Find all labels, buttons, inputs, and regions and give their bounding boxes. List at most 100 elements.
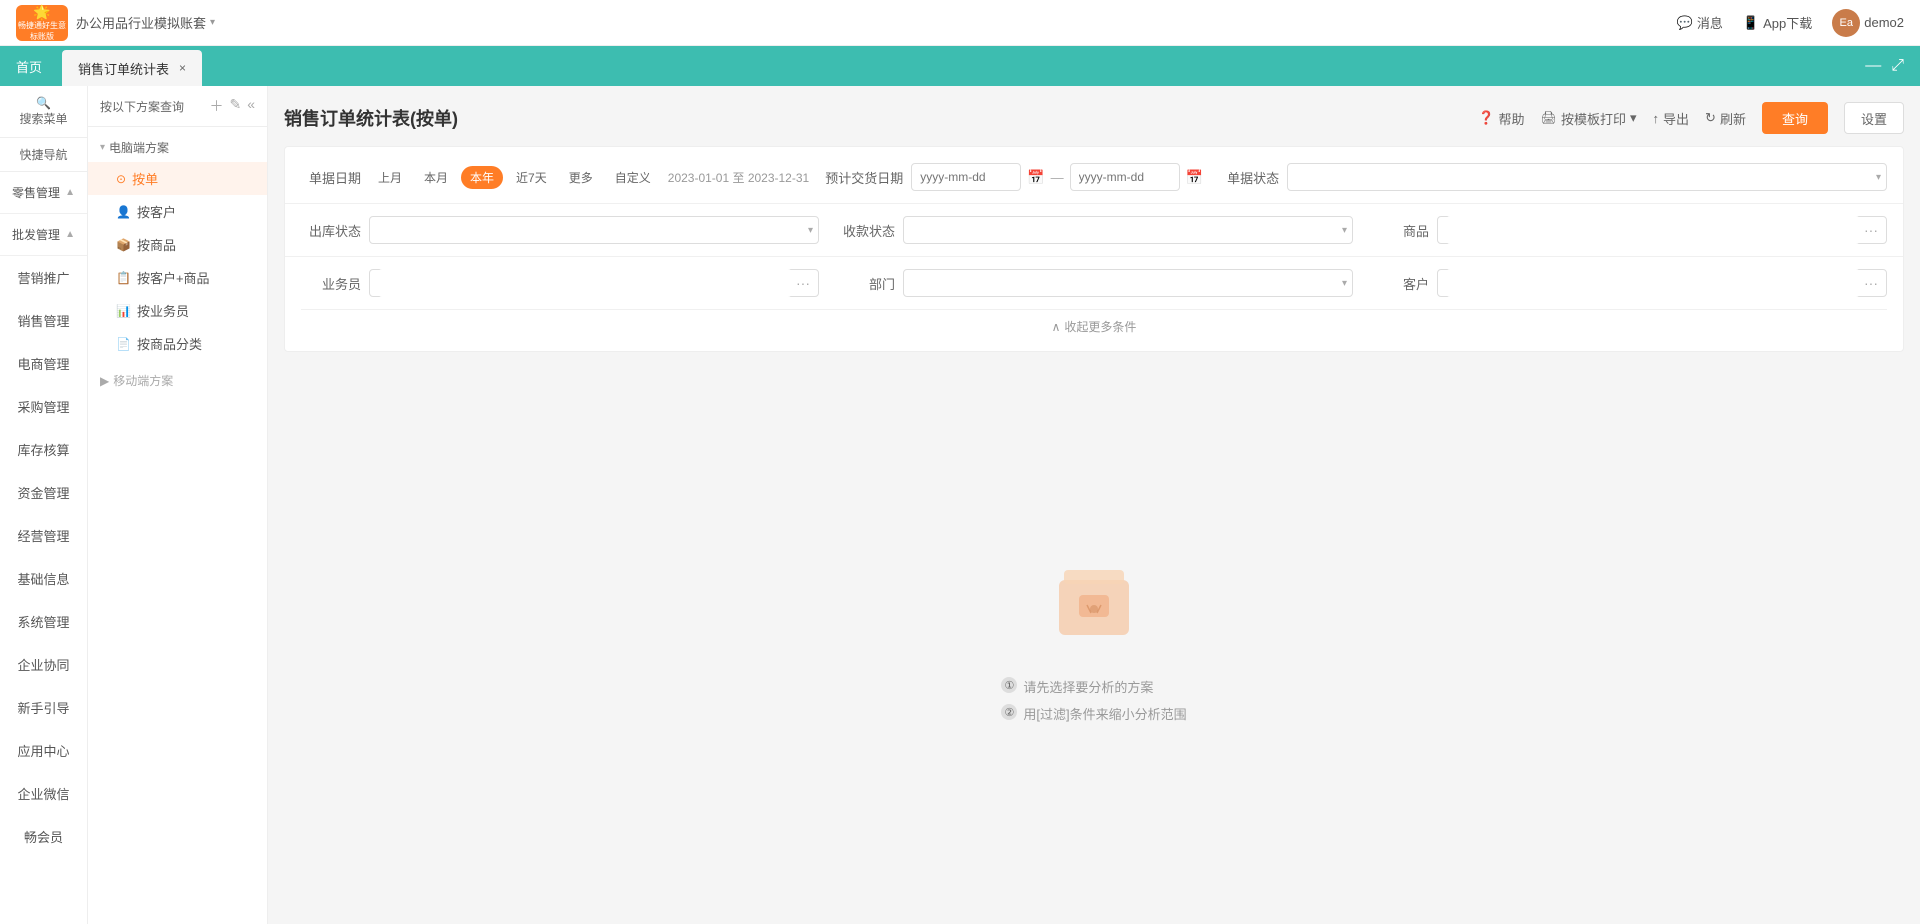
sidebar-basic-label: 基础信息	[17, 569, 69, 588]
tab-sales-order-stats[interactable]: 销售订单统计表 ×	[62, 50, 202, 86]
print-button[interactable]: 🖨 按模板打印 ▾	[1540, 109, 1636, 128]
filter-payment-col: 收款状态 ▾	[835, 216, 1353, 244]
scheme-item-single[interactable]: ⊙ 按单	[88, 162, 267, 195]
filter-product-wrap: ···	[1437, 216, 1887, 244]
edit-scheme-button[interactable]: ✎	[229, 96, 241, 116]
salesman-more-icon[interactable]: ···	[796, 275, 810, 291]
collapse-scheme-button[interactable]: «	[247, 96, 255, 116]
settings-button[interactable]: 设置	[1844, 102, 1904, 134]
download-label: App下载	[1763, 13, 1812, 32]
sidebar-item-operations[interactable]: 经营管理	[0, 514, 87, 557]
sidebar-collab-label: 企业协同	[17, 655, 69, 674]
tab-close-icon[interactable]: ×	[179, 61, 186, 75]
sidebar-item-member[interactable]: 畅会员	[0, 815, 87, 858]
calendar-icon-2[interactable]: 📅	[1186, 169, 1203, 186]
sidebar-item-finance[interactable]: 资金管理	[0, 471, 87, 514]
scheme-header: 按以下方案查询 ＋ ✎ «	[88, 86, 267, 127]
scheme-header-actions: ＋ ✎ «	[209, 96, 255, 116]
sidebar-member-label: 畅会员	[24, 827, 63, 846]
sidebar-item-system[interactable]: 系统管理	[0, 600, 87, 643]
scheme-mobile-group[interactable]: ▶ 移动端方案	[88, 366, 267, 395]
date-btn-last-month[interactable]: 上月	[369, 166, 411, 189]
sidebar-item-basic[interactable]: 基础信息	[0, 557, 87, 600]
sidebar-wechat-label: 企业微信	[17, 784, 69, 803]
page-title-row: 销售订单统计表(按单) ❓ 帮助 🖨 按模板打印 ▾ ↑	[284, 102, 1904, 134]
sidebar-newbie-label: 新手引导	[17, 698, 69, 717]
filter-department-select[interactable]	[903, 269, 1353, 297]
print-arrow-icon: ▾	[1630, 110, 1637, 126]
sidebar-item-wechat[interactable]: 企业微信	[0, 772, 87, 815]
export-label: 导出	[1663, 109, 1689, 128]
filter-salesman-input[interactable]	[378, 269, 792, 297]
sidebar-search[interactable]: 🔍 搜索菜单	[0, 86, 87, 138]
sidebar-item-collab[interactable]: 企业协同	[0, 643, 87, 686]
query-button[interactable]: 查询	[1762, 102, 1828, 134]
help-button[interactable]: ❓ 帮助	[1478, 109, 1524, 128]
filter-expected-date-col: 预计交货日期 📅 — 📅	[825, 163, 1203, 191]
scheme-item-product-label: 按商品	[137, 235, 176, 254]
calendar-icon[interactable]: 📅	[1027, 169, 1044, 186]
filter-row-2: 出库状态 ▾ 收款状态 ▾	[301, 216, 1887, 244]
collapse-button[interactable]: ∧ 收起更多条件	[1052, 318, 1137, 335]
scheme-item-cust-prod[interactable]: 📋 按客户+商品	[88, 261, 267, 294]
sidebar-item-inventory[interactable]: 库存核算	[0, 428, 87, 471]
filter-department-col: 部门 ▾	[835, 269, 1353, 297]
tab-minimize-icon[interactable]: —	[1865, 57, 1881, 75]
filter-customer-input[interactable]	[1446, 269, 1860, 297]
customer-more-icon[interactable]: ···	[1864, 275, 1878, 291]
scheme-item-product[interactable]: 📦 按商品	[88, 228, 267, 261]
filter-payment-select[interactable]	[903, 216, 1353, 244]
sidebar-item-sales[interactable]: 销售管理	[0, 299, 87, 342]
tab-home[interactable]: 首页	[0, 46, 58, 86]
filter-product-input[interactable]	[1446, 216, 1860, 244]
help-label: 帮助	[1498, 109, 1524, 128]
date-btn-custom[interactable]: 自定义	[606, 166, 660, 189]
app-selector[interactable]: 办公用品行业模拟账套 ▾	[76, 13, 215, 32]
scheme-item-prodcat[interactable]: 📄 按商品分类	[88, 327, 267, 360]
sidebar-item-wholesale[interactable]: 批发管理 ▲	[0, 214, 87, 255]
sidebar-section-retail: 零售管理 ▲	[0, 172, 87, 214]
sidebar: 🔍 搜索菜单 快捷导航 零售管理 ▲ 批发管理 ▲ 营销推广	[0, 86, 88, 924]
scheme-item-customer[interactable]: 👤 按客户	[88, 195, 267, 228]
empty-tip-1: ① 请先选择要分析的方案	[1001, 677, 1186, 696]
scheme-group-pc: ▾ 电脑端方案 ⊙ 按单 👤 按客户 📦 按商品	[88, 127, 267, 366]
refresh-button[interactable]: ↻ 刷新	[1705, 109, 1746, 128]
sidebar-item-appcenter[interactable]: 应用中心	[0, 729, 87, 772]
sidebar-system-label: 系统管理	[17, 612, 69, 631]
date-btn-last7[interactable]: 近7天	[507, 166, 556, 189]
sidebar-item-newbie[interactable]: 新手引导	[0, 686, 87, 729]
product-more-icon[interactable]: ···	[1864, 222, 1878, 238]
sidebar-ecommerce-label: 电商管理	[17, 354, 69, 373]
add-scheme-button[interactable]: ＋	[209, 96, 223, 116]
expected-date-end-input[interactable]	[1070, 163, 1180, 191]
download-button[interactable]: 📱 App下载	[1743, 13, 1812, 32]
sidebar-quick-nav[interactable]: 快捷导航	[0, 138, 87, 172]
message-button[interactable]: 💬 消息	[1677, 13, 1723, 32]
expected-date-start-input[interactable]	[911, 163, 1021, 191]
filter-customer-wrap: ···	[1437, 269, 1887, 297]
user-menu[interactable]: Ea demo2	[1832, 9, 1904, 37]
filter-delivery-select[interactable]	[369, 216, 819, 244]
sidebar-item-purchase[interactable]: 采购管理	[0, 385, 87, 428]
filter-row-1: 单据日期 上月 本月 本年 近7天 更多 自定义 2023-01-01 至 20…	[301, 163, 1887, 191]
date-btn-more[interactable]: 更多	[560, 166, 602, 189]
scheme-item-salesman[interactable]: 📊 按业务员	[88, 294, 267, 327]
filter-salesman-col: 业务员 ···	[301, 269, 819, 297]
group-expand-icon: ▾	[100, 142, 105, 153]
date-btn-this-year[interactable]: 本年	[461, 166, 503, 189]
filter-customer-col: 客户 ···	[1369, 269, 1887, 297]
scheme-group-pc-header[interactable]: ▾ 电脑端方案	[88, 133, 267, 162]
filter-salesman-label: 业务员	[301, 274, 361, 293]
app-container: 🌟 畅捷通好生意 标账版 办公用品行业模拟账套 ▾ 💬 消息 📱 App下载 E…	[0, 0, 1920, 924]
date-btn-this-month[interactable]: 本月	[415, 166, 457, 189]
export-button[interactable]: ↑ 导出	[1653, 109, 1690, 128]
empty-illustration	[1024, 541, 1164, 661]
sidebar-item-marketing[interactable]: 营销推广	[0, 256, 87, 299]
scheme-customer-icon: 👤	[116, 205, 131, 219]
sidebar-item-ecommerce[interactable]: 电商管理	[0, 342, 87, 385]
logo-icon: 🌟	[33, 3, 50, 21]
sidebar-item-retail[interactable]: 零售管理 ▲	[0, 172, 87, 213]
tab-maximize-icon[interactable]: ⤢	[1891, 57, 1904, 75]
filter-status-select[interactable]	[1287, 163, 1887, 191]
filter-delivery-wrap: ▾	[369, 216, 819, 244]
